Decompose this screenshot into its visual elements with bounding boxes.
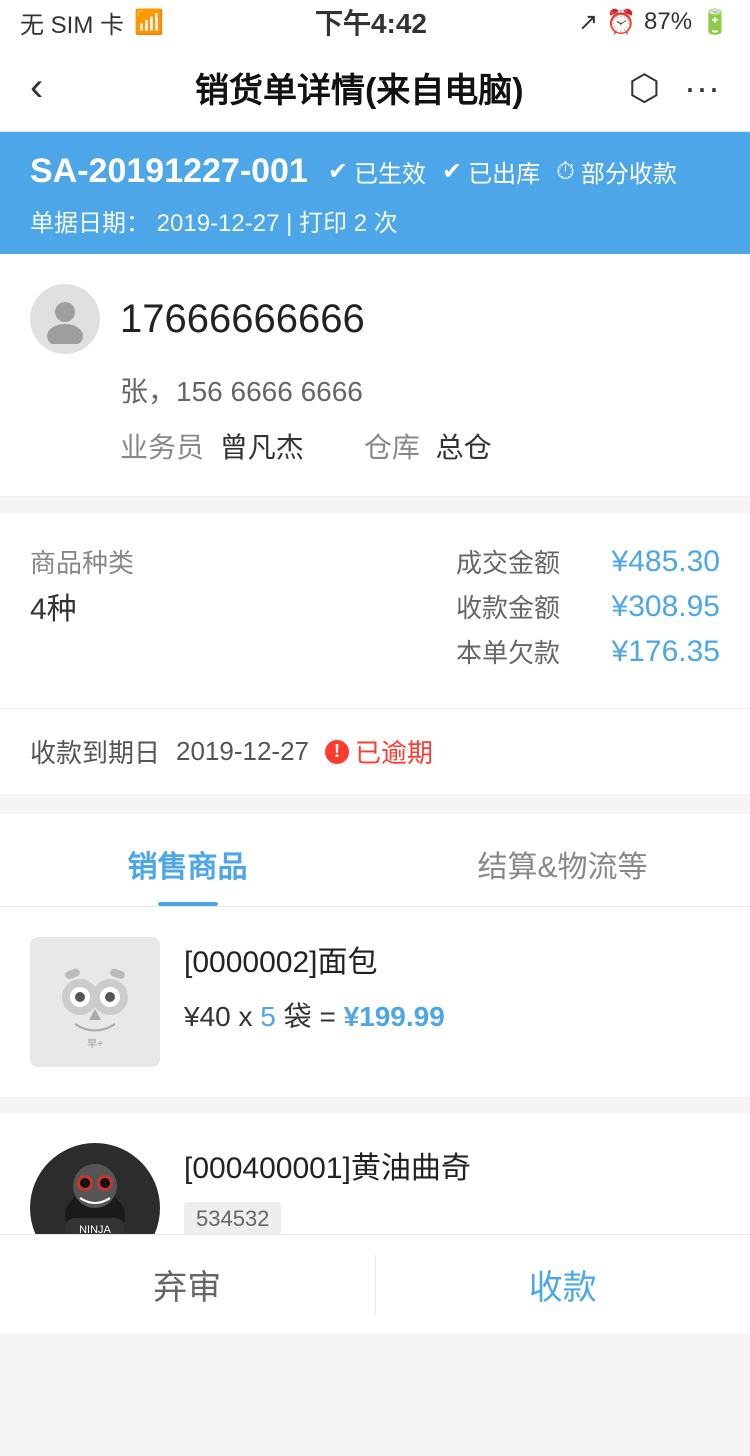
nav-right-actions: ⬡ ··· bbox=[629, 67, 720, 109]
status-active: ✔ 已生效 bbox=[328, 154, 426, 189]
product-info-bread: [0000002]面包 ¥40 x 5 袋 = ¥199.99 bbox=[184, 937, 720, 1035]
more-icon[interactable]: ··· bbox=[684, 67, 720, 109]
back-button[interactable]: ‹ bbox=[30, 65, 90, 110]
summary-card: 商品种类 4种 成交金额 ¥485.30 收款金额 ¥308.95 本单欠款 ¥… bbox=[0, 513, 750, 708]
status-shipped: ✔ 已出库 bbox=[442, 154, 540, 189]
product-price-bread: ¥40 x 5 袋 = ¥199.99 bbox=[184, 995, 720, 1035]
customer-name: 张，156 6666 6666 bbox=[30, 370, 720, 410]
debt-amount-row: 本单欠款 ¥176.35 bbox=[456, 633, 720, 670]
status-bar-right: ↗ ⏰ 87% 🔋 bbox=[578, 8, 730, 37]
tab-sales-products[interactable]: 销售商品 bbox=[0, 814, 375, 906]
tabs-bar: 销售商品 结算&物流等 bbox=[0, 814, 750, 907]
collect-payment-button[interactable]: 收款 bbox=[376, 1236, 750, 1333]
due-date-value: 2019-12-27 bbox=[176, 736, 309, 767]
customer-meta: 业务员 曾凡杰 仓库 总仓 bbox=[30, 426, 720, 466]
carrier-text: 无 SIM 卡 bbox=[20, 5, 124, 40]
amounts-section: 成交金额 ¥485.30 收款金额 ¥308.95 本单欠款 ¥176.35 bbox=[456, 543, 720, 678]
bottom-bar: 弃审 收款 bbox=[0, 1234, 750, 1334]
overdue-text: 已逾期 bbox=[355, 733, 433, 770]
customer-avatar bbox=[30, 284, 100, 354]
due-date-label: 收款到期日 bbox=[30, 733, 160, 770]
summary-row: 商品种类 4种 成交金额 ¥485.30 收款金额 ¥308.95 本单欠款 ¥… bbox=[30, 543, 720, 678]
cancel-review-button[interactable]: 弃审 bbox=[0, 1236, 375, 1333]
clock-icon: ⏱ bbox=[556, 158, 575, 186]
status-bar-time: 下午4:42 bbox=[315, 2, 427, 42]
wifi-icon: 📶 bbox=[134, 8, 164, 37]
product-type-section: 商品种类 4种 bbox=[30, 543, 134, 628]
header-top-row: SA-20191227-001 ✔ 已生效 ✔ 已出库 ⏱ 部分收款 bbox=[30, 152, 720, 191]
alarm-icon: ⏰ bbox=[606, 8, 636, 37]
due-date-card: 收款到期日 2019-12-27 ! 已逾期 bbox=[0, 708, 750, 794]
share-icon[interactable]: ⬡ bbox=[629, 67, 660, 109]
received-amount-row: 收款金额 ¥308.95 bbox=[456, 588, 720, 625]
battery-icon: 🔋 bbox=[700, 8, 730, 37]
deal-amount-row: 成交金额 ¥485.30 bbox=[456, 543, 720, 580]
page-title: 销货单详情(来自电脑) bbox=[195, 63, 524, 112]
check-icon: ✔ bbox=[328, 157, 348, 186]
location-icon: ↗ bbox=[578, 8, 598, 37]
overdue-badge: ! 已逾期 bbox=[325, 733, 433, 770]
product-image-bread: 早+ bbox=[30, 937, 160, 1067]
customer-card: 17666666666 张，156 6666 6666 业务员 曾凡杰 仓库 总… bbox=[0, 254, 750, 497]
sales-info: 业务员 曾凡杰 bbox=[120, 426, 304, 466]
status-partial: ⏱ 部分收款 bbox=[556, 154, 677, 189]
product-item: 早+ [0000002]面包 ¥40 x 5 袋 = ¥199.99 bbox=[0, 907, 750, 1097]
status-tags: ✔ 已生效 ✔ 已出库 ⏱ 部分收款 bbox=[328, 154, 677, 189]
check-icon-2: ✔ bbox=[442, 157, 462, 186]
order-header-banner: SA-20191227-001 ✔ 已生效 ✔ 已出库 ⏱ 部分收款 单据日期：… bbox=[0, 132, 750, 254]
product-name-bread: [0000002]面包 bbox=[184, 937, 720, 981]
customer-phone: 17666666666 bbox=[120, 297, 365, 342]
status-bar-left: 无 SIM 卡 📶 bbox=[20, 5, 164, 40]
tab-settlement-logistics[interactable]: 结算&物流等 bbox=[375, 814, 750, 906]
product-list: 早+ [0000002]面包 ¥40 x 5 袋 = ¥199.99 bbox=[0, 907, 750, 1456]
customer-top: 17666666666 bbox=[30, 284, 720, 354]
svg-text:早+: 早+ bbox=[87, 1038, 103, 1050]
nav-bar: ‹ 销货单详情(来自电脑) ⬡ ··· bbox=[0, 44, 750, 132]
warehouse-info: 仓库 总仓 bbox=[364, 426, 492, 466]
product-name-cookie: [000400001]黄油曲奇 bbox=[184, 1143, 720, 1187]
product-sku-badge: 534532 bbox=[184, 1202, 281, 1236]
battery-text: 87% bbox=[644, 8, 692, 36]
order-date-row: 单据日期： 2019-12-27 | 打印 2 次 bbox=[30, 203, 720, 238]
status-bar: 无 SIM 卡 📶 下午4:42 ↗ ⏰ 87% 🔋 bbox=[0, 0, 750, 44]
overdue-dot-icon: ! bbox=[325, 740, 349, 764]
order-id: SA-20191227-001 bbox=[30, 152, 308, 191]
